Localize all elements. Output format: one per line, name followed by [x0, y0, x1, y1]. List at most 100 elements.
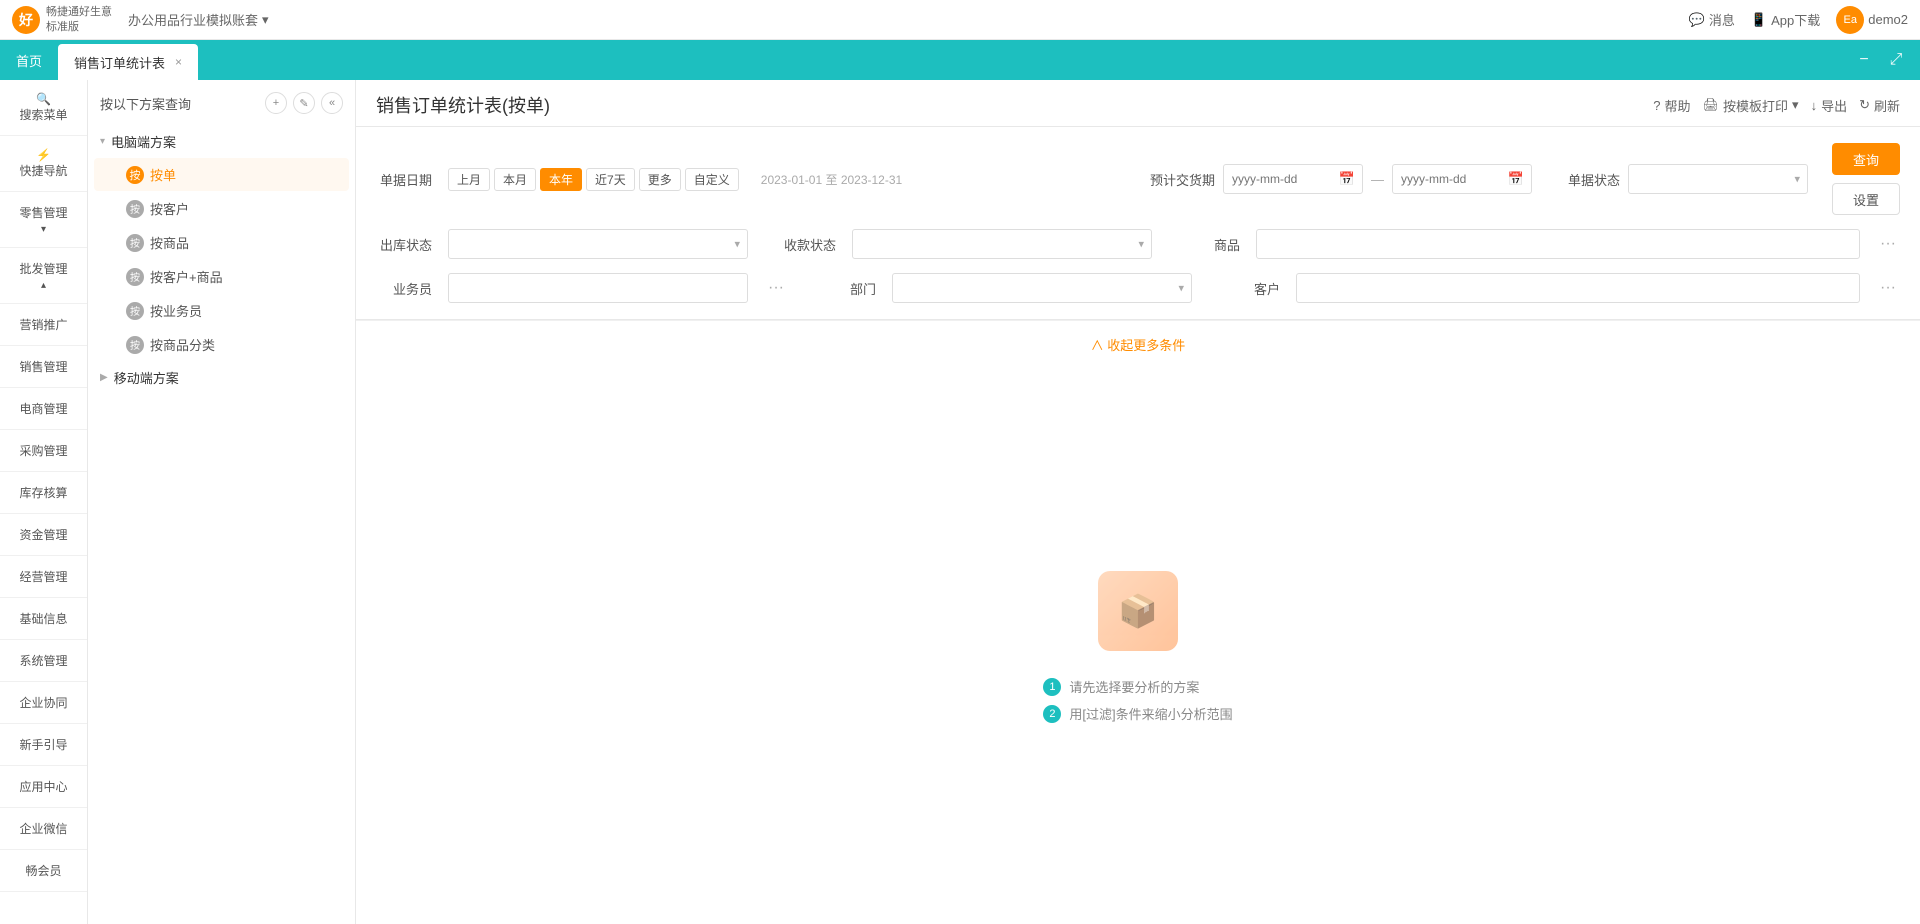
main-content: 销售订单统计表(按单) ? 帮助 🖨 按模板打印 ▾ ↓ 导出: [356, 80, 1920, 924]
ship-status-label: 出库状态: [376, 235, 432, 254]
settings-button[interactable]: 设置: [1832, 183, 1900, 215]
scheme-by-salesperson[interactable]: 按 按业务员: [94, 294, 349, 327]
sidebar-item-ecommerce[interactable]: 电商管理: [0, 388, 87, 430]
empty-box-icon: 📦: [1098, 571, 1178, 651]
sidebar-item-wholesale[interactable]: 批发管理 ▴: [0, 248, 87, 304]
customer-input[interactable]: [1296, 273, 1860, 303]
sidebar-item-operations[interactable]: 经营管理: [0, 556, 87, 598]
this-month-btn[interactable]: 本月: [494, 168, 536, 191]
query-button[interactable]: 查询: [1832, 143, 1900, 175]
close-tab-button[interactable]: ×: [175, 55, 182, 69]
top-bar-right: 💬 消息 📱 App下载 Ea demo2: [1689, 6, 1908, 34]
minimize-button[interactable]: −: [1852, 48, 1876, 72]
ship-status-select[interactable]: [448, 229, 748, 259]
sidebar-item-wechat[interactable]: 企业微信: [0, 808, 87, 850]
tree-parent-desktop[interactable]: ▾ 电脑端方案: [88, 126, 355, 157]
sidebar-item-sales[interactable]: 销售管理: [0, 346, 87, 388]
logo-icon: 好: [12, 6, 40, 34]
scheme-by-customer[interactable]: 按 按客户: [94, 192, 349, 225]
date-separator: —: [1371, 172, 1384, 187]
filter-row-2: 出库状态 ▾ 收款状态 ▾: [376, 229, 1900, 259]
sidebar: 🔍 搜索菜单 ⚡ 快捷导航 零售管理 ▾ 批发管理 ▴ 营销推广 销售管理 电商…: [0, 80, 88, 924]
main-layout: 🔍 搜索菜单 ⚡ 快捷导航 零售管理 ▾ 批发管理 ▴ 营销推广 销售管理 电商…: [0, 80, 1920, 924]
status-select[interactable]: [1628, 164, 1808, 194]
scheme-by-order[interactable]: 按 按单: [94, 158, 349, 191]
tree-parent-mobile[interactable]: ▶ 移动端方案: [88, 362, 355, 393]
top-bar-left: 好 畅捷通好生意 标准版 办公用品行业模拟账套 ▾: [12, 5, 277, 34]
empty-tips: 1 请先选择要分析的方案 2 用[过滤]条件来缩小分析范围: [1043, 677, 1232, 731]
left-panel-actions: + ✎ «: [265, 92, 343, 114]
this-year-btn[interactable]: 本年: [540, 168, 582, 191]
last7days-btn[interactable]: 近7天: [586, 168, 635, 191]
last-month-btn[interactable]: 上月: [448, 168, 490, 191]
scheme-by-product[interactable]: 按 按商品: [94, 226, 349, 259]
scheme-icon: 按: [126, 166, 144, 184]
receive-status-select[interactable]: [852, 229, 1152, 259]
chevron-down-icon: ▾: [41, 224, 46, 235]
product-more-button[interactable]: ···: [1876, 235, 1900, 253]
collapse-button[interactable]: ∧ 收起更多条件: [1083, 327, 1194, 362]
refresh-button[interactable]: ↻ 刷新: [1859, 96, 1900, 115]
receive-status-label: 收款状态: [780, 235, 836, 254]
help-button[interactable]: ? 帮助: [1653, 96, 1690, 115]
empty-illustration: 📦: [1088, 561, 1188, 661]
sidebar-item-finance[interactable]: 资金管理: [0, 514, 87, 556]
sidebar-item-search[interactable]: 🔍 搜索菜单: [0, 80, 87, 136]
customer-more-button[interactable]: ···: [1876, 279, 1900, 297]
sidebar-item-purchase[interactable]: 采购管理: [0, 430, 87, 472]
print-icon: 🖨: [1703, 97, 1720, 113]
edit-scheme-button[interactable]: ✎: [293, 92, 315, 114]
sidebar-item-shortcut[interactable]: ⚡ 快捷导航: [0, 136, 87, 192]
page-actions: ? 帮助 🖨 按模板打印 ▾ ↓ 导出 ↻ 刷新: [1653, 96, 1900, 115]
status-label: 单据状态: [1564, 170, 1620, 189]
filter-section: 单据日期 上月 本月 本年 近7天 更多 自定义 2023-01-01 至 20…: [356, 127, 1920, 368]
download-icon: 📱: [1751, 12, 1767, 28]
sidebar-item-inventory[interactable]: 库存核算: [0, 472, 87, 514]
export-button[interactable]: ↓ 导出: [1811, 96, 1848, 115]
maximize-button[interactable]: ⤢: [1884, 48, 1908, 72]
action-buttons: 查询 设置: [1832, 143, 1900, 215]
chevron-up-icon: ▴: [41, 280, 46, 291]
page-header: 销售订单统计表(按单) ? 帮助 🖨 按模板打印 ▾ ↓ 导出: [356, 80, 1920, 127]
filter-collapse-row: ∧ 收起更多条件: [356, 320, 1920, 368]
tab-home[interactable]: 首页: [0, 40, 58, 80]
export-icon: ↓: [1811, 98, 1818, 113]
status-select-wrap: ▾: [1628, 164, 1808, 194]
message-button[interactable]: 💬 消息: [1689, 10, 1735, 29]
app-selector[interactable]: 办公用品行业模拟账套 ▾: [120, 6, 277, 33]
sidebar-item-member[interactable]: 畅会员: [0, 850, 87, 892]
end-date-input[interactable]: [1392, 164, 1532, 194]
department-select[interactable]: [892, 273, 1192, 303]
sidebar-item-marketing[interactable]: 营销推广: [0, 304, 87, 346]
collapse-panel-button[interactable]: «: [321, 92, 343, 114]
scheme-by-category[interactable]: 按 按商品分类: [94, 328, 349, 361]
user-menu[interactable]: Ea demo2: [1836, 6, 1908, 34]
start-date-input[interactable]: [1223, 164, 1363, 194]
add-scheme-button[interactable]: +: [265, 92, 287, 114]
tab-sales-order-stats[interactable]: 销售订单统计表 ×: [58, 44, 198, 80]
product-input[interactable]: [1256, 229, 1860, 259]
scheme-by-customer-product[interactable]: 按 按客户+商品: [94, 260, 349, 293]
print-button[interactable]: 🖨 按模板打印 ▾: [1703, 96, 1799, 115]
start-date-wrap: 📅: [1223, 164, 1363, 194]
help-icon: ?: [1653, 98, 1660, 113]
empty-state: 📦 1 请先选择要分析的方案 2 用[过滤]条件来缩小分析范围: [356, 368, 1920, 924]
date-label: 单据日期: [376, 170, 432, 189]
more-date-btn[interactable]: 更多: [639, 168, 681, 191]
salesperson-input[interactable]: [448, 273, 748, 303]
sidebar-item-enterprise[interactable]: 企业协同: [0, 682, 87, 724]
end-date-wrap: 📅: [1392, 164, 1532, 194]
salesperson-more-button[interactable]: ···: [764, 279, 788, 297]
filter-row-1: 单据日期 上月 本月 本年 近7天 更多 自定义 2023-01-01 至 20…: [376, 143, 1900, 215]
logo-area: 好 畅捷通好生意 标准版: [12, 5, 112, 34]
sidebar-item-retail[interactable]: 零售管理 ▾: [0, 192, 87, 248]
tab-bar-actions: − ⤢: [1852, 48, 1920, 72]
product-label: 商品: [1184, 235, 1240, 254]
sidebar-item-system[interactable]: 系统管理: [0, 640, 87, 682]
sidebar-item-basic[interactable]: 基础信息: [0, 598, 87, 640]
scheme-icon: 按: [126, 336, 144, 354]
app-download-button[interactable]: 📱 App下载: [1751, 10, 1820, 29]
custom-date-btn[interactable]: 自定义: [685, 168, 739, 191]
sidebar-item-appcenter[interactable]: 应用中心: [0, 766, 87, 808]
sidebar-item-newbie[interactable]: 新手引导: [0, 724, 87, 766]
